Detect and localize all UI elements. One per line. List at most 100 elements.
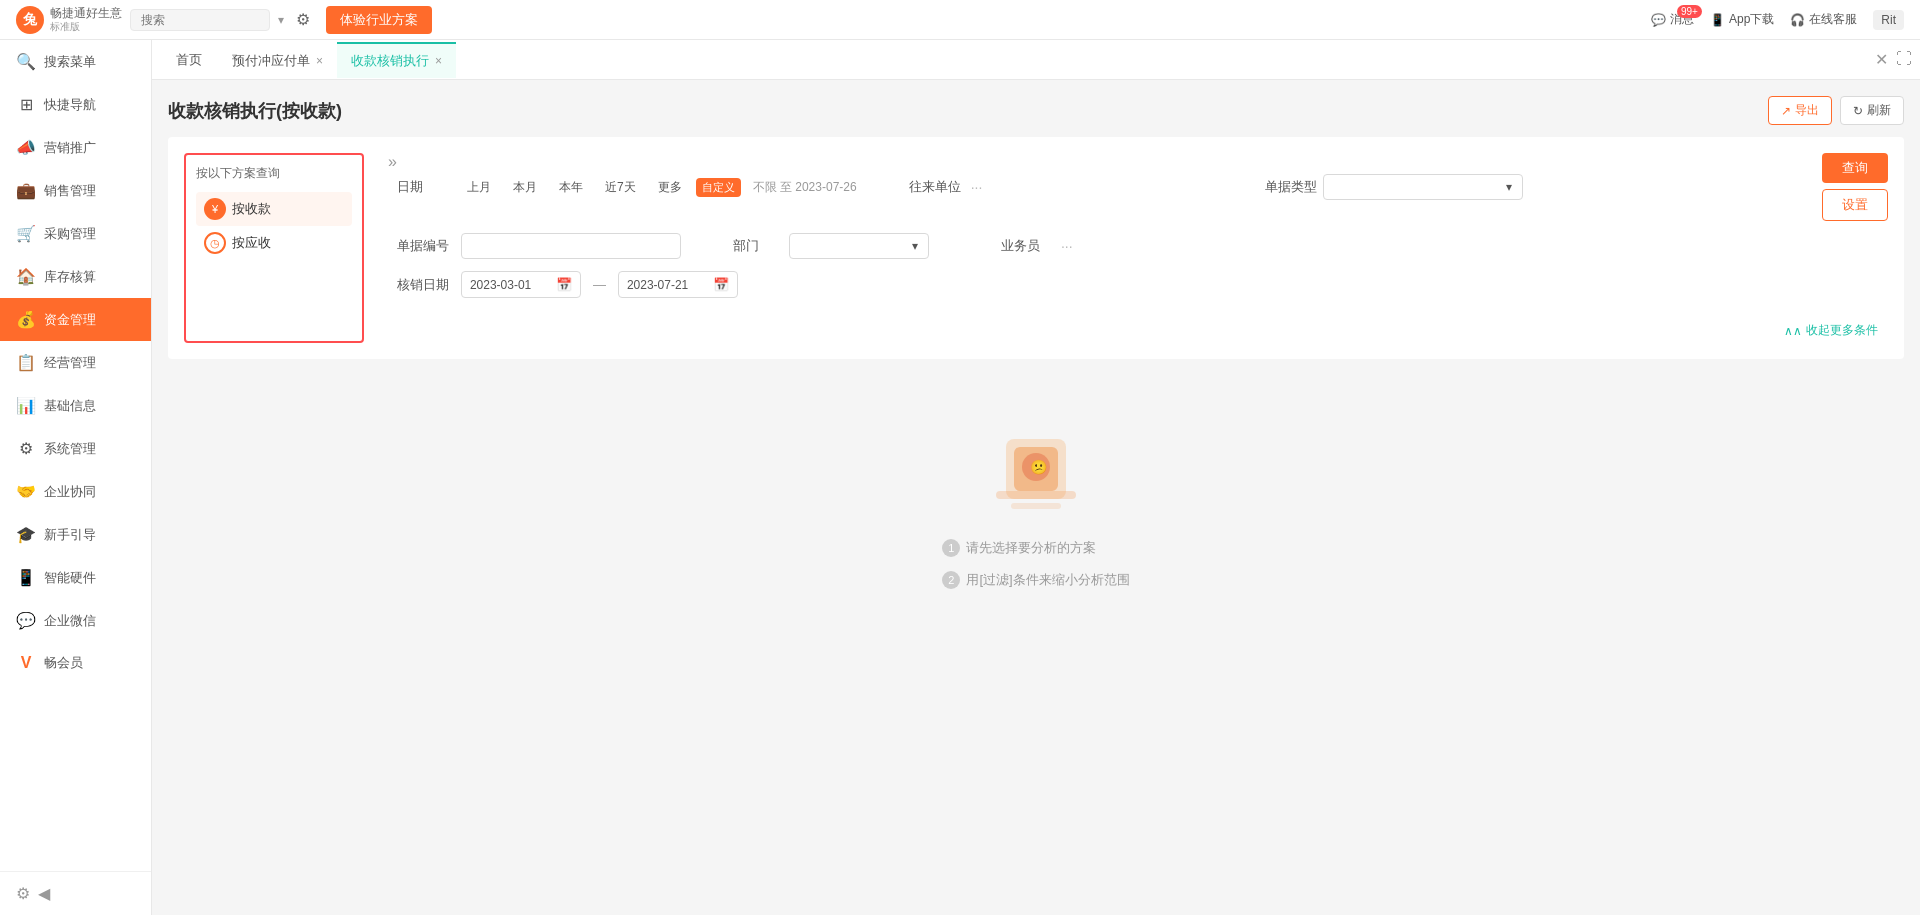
calendar-end-icon: 📅 [713, 277, 729, 292]
tab-prepay-close-icon[interactable]: × [316, 55, 323, 67]
sidebar-item-purchase[interactable]: 🛒 采购管理 [0, 212, 151, 255]
last-month-btn[interactable]: 上月 [459, 176, 499, 199]
verify-date-end[interactable]: 2023-07-21 📅 [618, 271, 738, 298]
filter-by-receivable[interactable]: ◷ 按应收 [196, 226, 352, 260]
guide-icon: 🎓 [16, 525, 36, 544]
last-7-days-btn[interactable]: 近7天 [597, 176, 644, 199]
app-download-button[interactable]: 📱 App下载 [1710, 11, 1774, 28]
sidebar-item-inventory[interactable]: 🏠 库存核算 [0, 255, 151, 298]
settings-button[interactable]: 设置 [1822, 189, 1888, 221]
more-date-btn[interactable]: 更多 [650, 176, 690, 199]
sidebar-item-label: 搜索菜单 [44, 53, 96, 71]
query-button[interactable]: 查询 [1822, 153, 1888, 183]
sidebar-item-member[interactable]: V 畅会员 [0, 642, 151, 684]
calendar-start-icon: 📅 [556, 277, 572, 292]
operation-icon: 📋 [16, 353, 36, 372]
tab-bar-expand-icon[interactable]: ⛶ [1896, 50, 1912, 69]
doc-type-select[interactable]: ▾ [1323, 174, 1523, 200]
filter-section-title: 按以下方案查询 [196, 165, 352, 182]
chevron-down-icon[interactable]: ▾ [278, 13, 284, 27]
this-year-btn[interactable]: 本年 [551, 176, 591, 199]
svg-rect-4 [996, 491, 1076, 499]
sidebar-collapse-icon[interactable]: ◀ [38, 884, 50, 903]
service-icon: 🎧 [1790, 13, 1805, 27]
empty-hint-1: 请先选择要分析的方案 [966, 535, 1096, 561]
receivable-icon: ◷ [204, 232, 226, 254]
staff-dots: ··· [1061, 238, 1073, 254]
sidebar-item-label: 智能硬件 [44, 569, 96, 587]
solution-button[interactable]: 体验行业方案 [326, 6, 432, 34]
tab-collection-label: 收款核销执行 [351, 52, 429, 70]
message-icon: 💬 [1651, 13, 1666, 27]
verify-date-start[interactable]: 2023-03-01 📅 [461, 271, 581, 298]
page-content: 收款核销执行(按收款) ↗ 导出 ↻ 刷新 按以下方案查询 [152, 80, 1920, 915]
verify-date-end-value: 2023-07-21 [627, 278, 688, 292]
collapse-more: ∧∧ 收起更多条件 [397, 318, 1888, 343]
doc-type-chevron-icon: ▾ [1506, 180, 1512, 194]
search-input[interactable] [130, 9, 270, 31]
marketing-icon: 📣 [16, 138, 36, 157]
this-month-btn[interactable]: 本月 [505, 176, 545, 199]
sidebar-item-marketing[interactable]: 📣 营销推广 [0, 126, 151, 169]
export-button[interactable]: ↗ 导出 [1768, 96, 1832, 125]
filter-fields: 日期 上月 本月 本年 近7天 更多 自定义 不限 至 2023-07-26 往… [397, 153, 1888, 343]
sidebar-item-label: 库存核算 [44, 268, 96, 286]
sidebar-item-label: 销售管理 [44, 182, 96, 200]
partner-label: 往来单位 [909, 178, 961, 196]
date-buttons: 上月 本月 本年 近7天 更多 自定义 [459, 176, 741, 199]
filter-collapse-icon[interactable]: » [388, 153, 397, 343]
sidebar-item-sales[interactable]: 💼 销售管理 [0, 169, 151, 212]
user-avatar[interactable]: Rit [1873, 10, 1904, 30]
custom-badge: 自定义 [696, 178, 741, 197]
gear-icon[interactable]: ⚙ [296, 10, 310, 29]
tab-home[interactable]: 首页 [160, 43, 218, 77]
inventory-icon: 🏠 [16, 267, 36, 286]
sidebar-item-enterprise[interactable]: 🤝 企业协同 [0, 470, 151, 513]
brand-badge: 标准版 [50, 21, 122, 33]
collapse-more-button[interactable]: ∧∧ 收起更多条件 [1774, 318, 1888, 343]
sidebar-item-base-info[interactable]: 📊 基础信息 [0, 384, 151, 427]
staff-label: 业务员 [1001, 237, 1051, 255]
sidebar-item-hardware[interactable]: 📱 智能硬件 [0, 556, 151, 599]
tab-prepay-label: 预付冲应付单 [232, 52, 310, 70]
export-icon: ↗ [1781, 104, 1791, 118]
sidebar-item-label: 经营管理 [44, 354, 96, 372]
tab-prepay[interactable]: 预付冲应付单 × [218, 42, 337, 78]
tab-bar-actions: ✕ ⛶ [1875, 50, 1912, 69]
sales-icon: 💼 [16, 181, 36, 200]
message-button[interactable]: 💬 消息 99+ [1651, 11, 1694, 28]
date-label: 日期 [397, 178, 447, 196]
sidebar-item-search[interactable]: 🔍 搜索菜单 [0, 40, 151, 83]
online-service-button[interactable]: 🎧 在线客服 [1790, 11, 1857, 28]
sidebar-item-wechat[interactable]: 💬 企业微信 [0, 599, 151, 642]
filter-panel: 按以下方案查询 ¥ 按收款 ◷ 按应收 » 日期 [168, 137, 1904, 359]
sidebar: 🔍 搜索菜单 ⊞ 快捷导航 📣 营销推广 💼 销售管理 🛒 采购管理 🏠 库存核… [0, 40, 152, 915]
sidebar-settings-icon[interactable]: ⚙ [16, 884, 30, 903]
sidebar-item-guide[interactable]: 🎓 新手引导 [0, 513, 151, 556]
doc-no-input[interactable] [461, 233, 681, 259]
dept-select[interactable]: ▾ [789, 233, 929, 259]
app-icon: 📱 [1710, 13, 1725, 27]
empty-hint-2: 用[过滤]条件来缩小分析范围 [966, 567, 1129, 593]
sidebar-item-quick-nav[interactable]: ⊞ 快捷导航 [0, 83, 151, 126]
sidebar-item-label: 畅会员 [44, 654, 83, 672]
filter-options: 按以下方案查询 ¥ 按收款 ◷ 按应收 [184, 153, 364, 343]
filter-by-receipt[interactable]: ¥ 按收款 [196, 192, 352, 226]
topbar-right: 💬 消息 99+ 📱 App下载 🎧 在线客服 Rit [1651, 10, 1904, 30]
collapse-more-icon: ∧∧ [1784, 324, 1802, 338]
refresh-button[interactable]: ↻ 刷新 [1840, 96, 1904, 125]
verify-date-label: 核销日期 [397, 276, 449, 294]
tab-collection-close-icon[interactable]: × [435, 55, 442, 67]
filter-row-1: 日期 上月 本月 本年 近7天 更多 自定义 不限 至 2023-07-26 往… [397, 153, 1888, 221]
tab-bar-close-icon[interactable]: ✕ [1875, 50, 1888, 69]
sidebar-item-finance[interactable]: 💰 资金管理 [0, 298, 151, 341]
sidebar-item-operation[interactable]: 📋 经营管理 [0, 341, 151, 384]
system-icon: ⚙ [16, 439, 36, 458]
home-icon: ⊞ [16, 95, 36, 114]
topbar-left: 兔 畅捷通好生意 标准版 ▾ ⚙ 体验行业方案 [16, 6, 432, 34]
refresh-icon: ↻ [1853, 104, 1863, 118]
tab-collection[interactable]: 收款核销执行 × [337, 42, 456, 78]
member-icon: V [16, 654, 36, 672]
sidebar-item-system[interactable]: ⚙ 系统管理 [0, 427, 151, 470]
hardware-icon: 📱 [16, 568, 36, 587]
